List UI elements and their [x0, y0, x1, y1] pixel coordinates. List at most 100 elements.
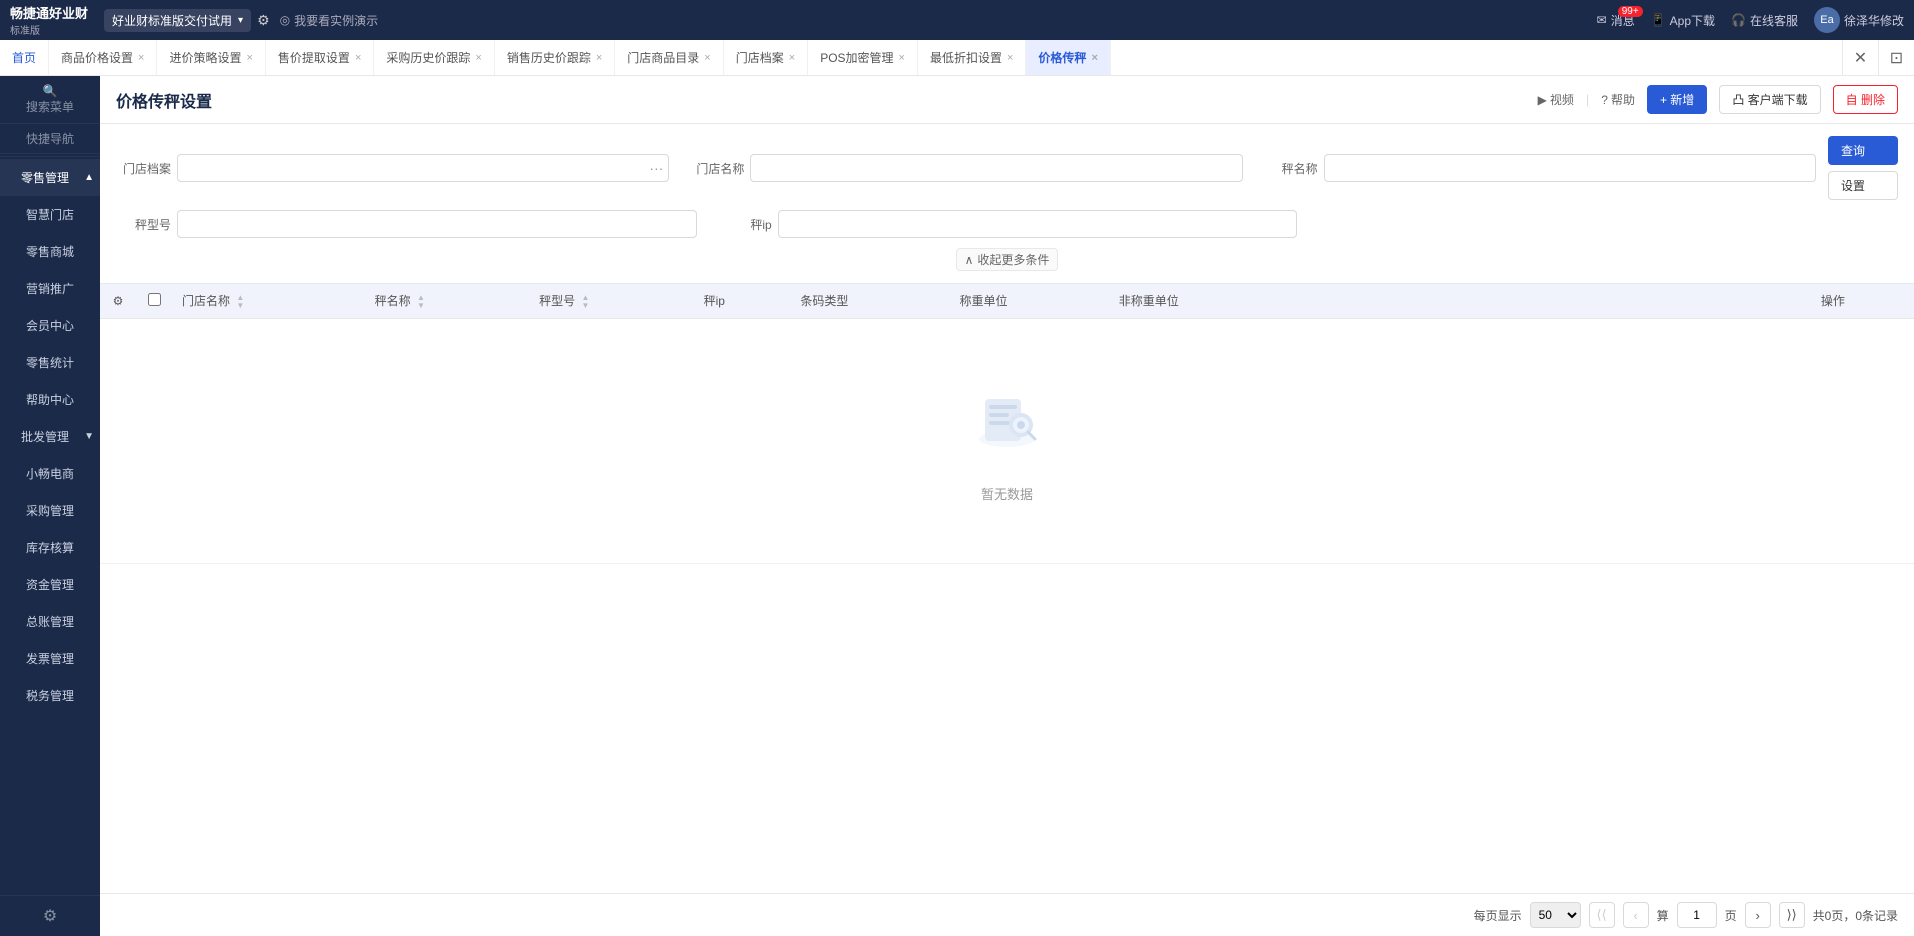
search-icon: 🔍: [43, 84, 58, 98]
collapse-button[interactable]: ∧ 收起更多条件: [956, 248, 1059, 271]
prev-page-button[interactable]: ‹: [1623, 902, 1649, 928]
th-scale-name-label: 秤名称: [375, 294, 411, 308]
gear-icon[interactable]: ⚙: [257, 12, 270, 29]
tab-price-scale[interactable]: 价格传秤 ×: [1026, 40, 1110, 76]
app-logo: 畅捷通好业财 标准版: [10, 3, 88, 37]
sidebar-item-tax[interactable]: 税务管理: [0, 677, 100, 714]
delete-button[interactable]: 自 删除: [1833, 85, 1898, 114]
sidebar-item-member-center[interactable]: 会员中心: [0, 307, 100, 344]
add-button[interactable]: + 新增: [1647, 85, 1707, 114]
ellipsis-icon[interactable]: ···: [649, 160, 663, 176]
tab-store-archive[interactable]: 门店档案 ×: [724, 40, 808, 76]
scale-ip-input[interactable]: [778, 210, 1298, 238]
sidebar-item-marketing[interactable]: 营销推广: [0, 270, 100, 307]
sidebar-item-label: 零售统计: [6, 354, 94, 371]
sidebar-item-retail-stats[interactable]: 零售统计: [0, 344, 100, 381]
next-page-button[interactable]: ›: [1745, 902, 1771, 928]
tab-product-price[interactable]: 商品价格设置 ×: [49, 40, 157, 76]
tab-purchase-strategy[interactable]: 进价策略设置 ×: [157, 40, 265, 76]
th-weight-unit: 称重单位: [950, 284, 1109, 318]
sidebar-item-retail-management[interactable]: 零售管理 ▲: [0, 159, 100, 196]
close-icon[interactable]: ×: [246, 52, 252, 64]
close-icon[interactable]: ×: [596, 52, 602, 64]
last-page-button[interactable]: ⟩⟩: [1779, 902, 1805, 928]
help-link[interactable]: ? 帮助: [1601, 91, 1635, 108]
sidebar-item-finance[interactable]: 资金管理: [0, 566, 100, 603]
sidebar-item-help-center[interactable]: 帮助中心: [0, 381, 100, 418]
store-archive-input[interactable]: [177, 154, 669, 182]
scale-name-input-wrap: [1324, 154, 1816, 182]
first-page-button[interactable]: ⟨⟨: [1589, 902, 1615, 928]
chevron-down-icon: ▼: [84, 431, 94, 442]
sidebar-item-inventory[interactable]: 库存核算: [0, 529, 100, 566]
close-icon[interactable]: ×: [899, 52, 905, 64]
tab-store-catalog[interactable]: 门店商品目录 ×: [615, 40, 723, 76]
maximize-tab-button[interactable]: ⊡: [1878, 40, 1914, 76]
sidebar-quick-nav[interactable]: 快捷导航: [0, 124, 100, 154]
sidebar-item-general-ledger[interactable]: 总账管理: [0, 603, 100, 640]
store-name-input[interactable]: [750, 154, 1242, 182]
sidebar-search[interactable]: 🔍 搜索菜单: [0, 76, 100, 124]
tab-min-discount[interactable]: 最低折扣设置 ×: [918, 40, 1026, 76]
tab-sale-history[interactable]: 销售历史价跟踪 ×: [495, 40, 615, 76]
sidebar-item-invoice[interactable]: 发票管理: [0, 640, 100, 677]
tab-label: 销售历史价跟踪: [507, 49, 591, 66]
scale-model-input[interactable]: [177, 210, 697, 238]
th-settings[interactable]: ⚙: [100, 284, 136, 318]
close-icon[interactable]: ×: [1091, 52, 1097, 64]
sidebar-item-purchase[interactable]: 采购管理: [0, 492, 100, 529]
tab-pos[interactable]: POS加密管理 ×: [808, 40, 918, 76]
chevron-up-icon: ▲: [84, 172, 94, 183]
close-icon[interactable]: ×: [138, 52, 144, 64]
tab-purchase-history[interactable]: 采购历史价跟踪 ×: [374, 40, 494, 76]
tab-label: POS加密管理: [820, 49, 893, 66]
th-checkbox[interactable]: [136, 284, 172, 318]
video-label: 视频: [1550, 91, 1574, 108]
sidebar-item-label: 采购管理: [6, 502, 94, 519]
close-tab-button[interactable]: ✕: [1842, 40, 1878, 76]
close-icon[interactable]: ×: [355, 52, 361, 64]
settings-query-button[interactable]: 设置: [1828, 171, 1898, 200]
scale-name-input[interactable]: [1324, 154, 1816, 182]
query-button[interactable]: 查询: [1828, 136, 1898, 165]
sort-icon[interactable]: ▲▼: [581, 294, 589, 310]
sidebar-settings-button[interactable]: ⚙: [0, 895, 100, 936]
video-link[interactable]: ▶ 视频: [1538, 91, 1574, 108]
app-download-button[interactable]: 📱 App下载: [1651, 12, 1715, 29]
version-selector[interactable]: 好业财标准版交付试用 ▾: [104, 9, 251, 32]
demo-label: 我要看实例演示: [294, 12, 378, 29]
sidebar-item-retail-mall[interactable]: 零售商城: [0, 233, 100, 270]
select-all-checkbox[interactable]: [148, 293, 161, 306]
pagination-bar: 每页显示 50 10 20 100 ⟨⟨ ‹ 算 页 › ⟩⟩ 共0页，0条记录: [100, 893, 1914, 936]
chevron-down-icon: ▾: [238, 15, 243, 26]
close-icon[interactable]: ×: [475, 52, 481, 64]
page-size-select[interactable]: 50 10 20 100: [1530, 902, 1581, 928]
page-title: 价格传秤设置: [116, 88, 212, 112]
close-icon[interactable]: ×: [1007, 52, 1013, 64]
sort-icon[interactable]: ▲▼: [417, 294, 425, 310]
tab-sale-price[interactable]: 售价提取设置 ×: [266, 40, 374, 76]
th-action: 操作: [1811, 284, 1914, 318]
sidebar-item-smart-store[interactable]: 智慧门店: [0, 196, 100, 233]
download-button[interactable]: 凸 客户端下载: [1719, 85, 1820, 114]
filter-row-1: 门店档案 ··· 门店名称 秤名称: [116, 136, 1898, 200]
online-service-button[interactable]: 🎧 在线客服: [1731, 12, 1798, 29]
sort-icon[interactable]: ▲▼: [236, 294, 244, 310]
user-menu-button[interactable]: Ea 徐泽华修改: [1814, 7, 1904, 33]
messages-button[interactable]: ✉ 消息 99+: [1597, 12, 1635, 29]
close-icon[interactable]: ×: [704, 52, 710, 64]
sidebar-item-wholesale[interactable]: 批发管理 ▼: [0, 418, 100, 455]
chevron-up-icon: ∧: [965, 253, 974, 267]
close-icon[interactable]: ×: [789, 52, 795, 64]
sidebar-item-ecommerce[interactable]: 小畅电商: [0, 455, 100, 492]
delete-label: 自 删除: [1846, 91, 1885, 108]
collapse-label: 收起更多条件: [977, 251, 1049, 268]
demo-link[interactable]: ◎ 我要看实例演示: [280, 12, 379, 29]
tab-home[interactable]: 首页: [0, 40, 49, 76]
page-number-input[interactable]: [1677, 902, 1717, 928]
download-icon: 📱: [1651, 13, 1666, 27]
tab-home-label: 首页: [12, 49, 36, 66]
scale-name-label: 秤名称: [1263, 160, 1318, 177]
page-header-actions: ▶ 视频 | ? 帮助 + 新增 凸 客户端下载 自 删除: [1538, 85, 1898, 114]
filter-store-name: 门店名称: [689, 154, 1242, 182]
